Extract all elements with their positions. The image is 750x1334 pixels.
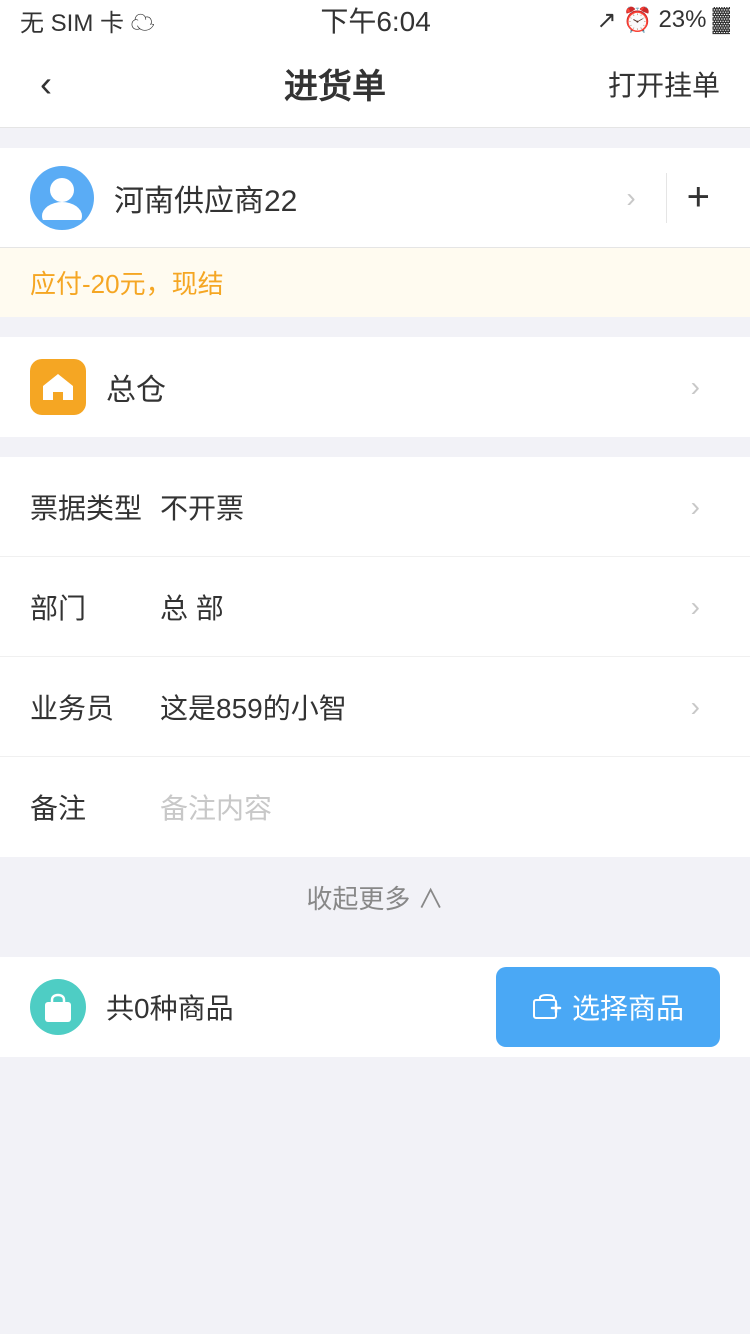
- location-icon: ↗: [596, 6, 616, 35]
- salesperson-value: 这是859的小智: [160, 687, 691, 727]
- select-product-icon: [532, 994, 562, 1020]
- status-right: ↗ ⏰ 23% ▓: [596, 6, 730, 35]
- select-product-button[interactable]: 选择商品: [496, 967, 720, 1047]
- house-icon: [41, 372, 75, 402]
- warehouse-chevron-icon: ›: [691, 371, 700, 403]
- warehouse-section[interactable]: 总仓 ›: [0, 337, 750, 437]
- salesperson-chevron-icon: ›: [691, 691, 700, 723]
- department-row[interactable]: 部门 总 部 ›: [0, 557, 750, 657]
- bag-icon: [41, 992, 75, 1022]
- battery-label: 23%: [658, 6, 706, 34]
- avatar-icon: [42, 176, 82, 220]
- remark-row[interactable]: 备注 备注内容: [0, 757, 750, 857]
- status-time: 下午6:04: [320, 0, 431, 40]
- salesperson-row[interactable]: 业务员 这是859的小智 ›: [0, 657, 750, 757]
- remark-input[interactable]: 备注内容: [160, 787, 720, 827]
- collapse-text: 收起更多 ∧: [306, 879, 443, 916]
- notice-bar: 应付-20元，现结: [0, 248, 750, 317]
- battery-icon: ▓: [713, 6, 731, 34]
- open-pending-button[interactable]: 打开挂单: [608, 64, 720, 104]
- salesperson-label: 业务员: [30, 687, 160, 727]
- invoice-type-label: 票据类型: [30, 487, 160, 527]
- page-title: 进货单: [284, 59, 386, 108]
- product-icon: [30, 979, 86, 1035]
- remark-label: 备注: [30, 787, 160, 827]
- alarm-icon: ⏰: [623, 6, 653, 35]
- form-section: 票据类型 不开票 › 部门 总 部 › 业务员 这是859的小智 › 备注 备注…: [0, 457, 750, 857]
- invoice-type-value: 不开票: [160, 487, 691, 527]
- supplier-avatar: [30, 166, 94, 230]
- select-product-label: 选择商品: [572, 987, 684, 1027]
- invoice-type-row[interactable]: 票据类型 不开票 ›: [0, 457, 750, 557]
- nav-bar: ‹ 进货单 打开挂单: [0, 40, 750, 128]
- invoice-type-chevron-icon: ›: [691, 491, 700, 523]
- add-supplier-button[interactable]: +: [677, 165, 720, 230]
- section-gap-1: [0, 128, 750, 148]
- sim-label: 无 SIM 卡 ☁: [20, 3, 155, 38]
- supplier-chevron-icon: ›: [626, 182, 635, 214]
- bottom-section: 共0种商品 选择商品: [0, 957, 750, 1057]
- notice-text: 应付-20元，现结: [30, 269, 224, 299]
- department-chevron-icon: ›: [691, 591, 700, 623]
- supplier-section[interactable]: 河南供应商22 › +: [0, 148, 750, 248]
- department-label: 部门: [30, 587, 160, 627]
- warehouse-icon: [30, 359, 86, 415]
- status-left: 无 SIM 卡 ☁: [20, 3, 155, 38]
- supplier-divider: [666, 173, 667, 223]
- collapse-bar[interactable]: 收起更多 ∧: [0, 857, 750, 937]
- department-value: 总 部: [160, 587, 691, 627]
- warehouse-name: 总仓: [106, 365, 691, 409]
- back-button[interactable]: ‹: [30, 53, 62, 115]
- product-count-label: 共0种商品: [106, 987, 496, 1027]
- status-bar: 无 SIM 卡 ☁ 下午6:04 ↗ ⏰ 23% ▓: [0, 0, 750, 40]
- supplier-name: 河南供应商22: [114, 176, 626, 220]
